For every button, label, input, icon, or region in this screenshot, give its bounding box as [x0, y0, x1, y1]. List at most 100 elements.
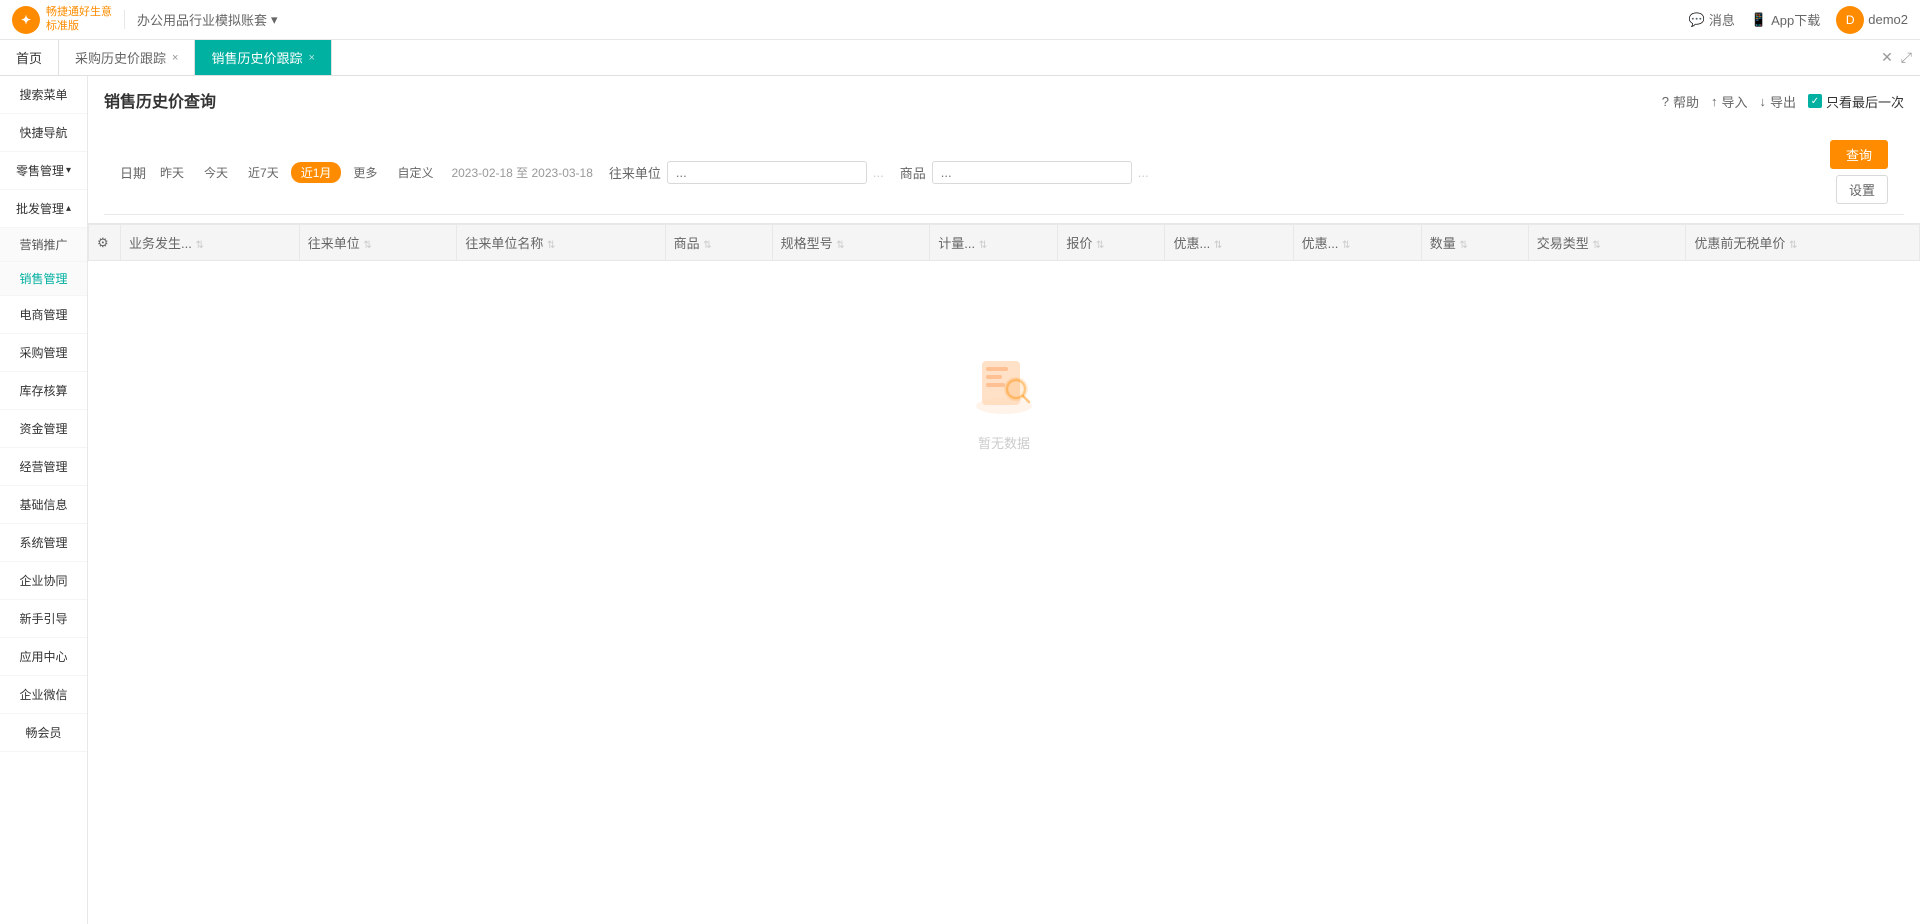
th-partner-code[interactable]: 往来单位 ⇅ [299, 225, 457, 261]
tab-bar-end: ✕ ⤢ [1881, 40, 1920, 75]
sidebar-app-center-label: 应用中心 [19, 648, 67, 665]
sort-icon-trade-type: ⇅ [1592, 240, 1600, 251]
content-area: 销售历史价查询 ? 帮助 ↑ 导入 ↓ 导出 ✓ [88, 76, 1920, 924]
th-spec[interactable]: 规格型号 ⇅ [772, 225, 930, 261]
th-biz-date[interactable]: 业务发生... ⇅ [121, 225, 300, 261]
sidebar-item-search-menu[interactable]: 搜索菜单 [0, 76, 87, 114]
sidebar-wholesale-mgmt-label: 批发管理 [16, 200, 64, 217]
tab-sales-history[interactable]: 销售历史价跟踪 × [195, 40, 331, 75]
help-button[interactable]: ? 帮助 [1662, 92, 1699, 111]
query-button[interactable]: 查询 [1830, 140, 1888, 169]
gear-icon[interactable]: ⚙ [97, 235, 109, 250]
th-discount1[interactable]: 优惠... ⇅ [1165, 225, 1293, 261]
sort-icon-product: ⇅ [703, 240, 711, 251]
tab-sales-history-close[interactable]: × [308, 52, 314, 64]
tab-purchase-history[interactable]: 采购历史价跟踪 × [59, 40, 195, 75]
user-menu[interactable]: D demo2 [1836, 6, 1908, 34]
product-input[interactable] [932, 161, 1132, 184]
th-unit[interactable]: 计量... ⇅ [930, 225, 1058, 261]
sidebar-item-sales-mgmt[interactable]: 销售管理 [0, 262, 87, 296]
partner-input-wrapper: ... [667, 161, 884, 184]
th-discount2[interactable]: 优惠... ⇅ [1293, 225, 1421, 261]
sidebar-guide-label: 新手引导 [19, 610, 67, 627]
settings-button[interactable]: 设置 [1836, 175, 1888, 204]
tab-bar: 首页 采购历史价跟踪 × 销售历史价跟踪 × ✕ ⤢ [0, 40, 1920, 76]
sidebar-item-member[interactable]: 畅会员 [0, 714, 87, 752]
page-title: 销售历史价查询 [104, 88, 216, 112]
tab-home-label: 首页 [16, 48, 42, 67]
tab-home[interactable]: 首页 [0, 40, 59, 75]
export-button[interactable]: ↓ 导出 [1759, 92, 1796, 111]
sidebar-item-inventory[interactable]: 库存核算 [0, 372, 87, 410]
import-button[interactable]: ↑ 导入 [1711, 92, 1748, 111]
chevron-up-icon: ▴ [66, 203, 71, 214]
th-settings: ⚙ [89, 225, 121, 261]
date-btn-custom[interactable]: 自定义 [389, 162, 441, 183]
sort-icon-spec: ⇅ [836, 240, 844, 251]
top-bar-right: 💬 消息 📱 App下载 D demo2 [1689, 6, 1908, 34]
sidebar-sales-mgmt-label: 销售管理 [19, 270, 67, 287]
product-input-dots: ... [1138, 165, 1149, 180]
empty-illustration [964, 341, 1044, 421]
sidebar-item-enterprise-wechat[interactable]: 企业微信 [0, 676, 87, 714]
sidebar-ecommerce-label: 电商管理 [19, 306, 67, 323]
th-trade-type[interactable]: 交易类型 ⇅ [1528, 225, 1686, 261]
tab-purchase-history-close[interactable]: × [172, 52, 178, 64]
th-quantity[interactable]: 数量 ⇅ [1421, 225, 1528, 261]
sidebar-inventory-label: 库存核算 [19, 382, 67, 399]
sidebar-item-finance[interactable]: 资金管理 [0, 410, 87, 448]
date-btn-more[interactable]: 更多 [345, 162, 385, 183]
sidebar-item-system[interactable]: 系统管理 [0, 524, 87, 562]
th-pretax-price[interactable]: 优惠前无税单价 ⇅ [1686, 225, 1920, 261]
date-btn-today[interactable]: 今天 [196, 162, 236, 183]
sidebar-purchase-label: 采购管理 [19, 344, 67, 361]
top-bar: ✦ 畅捷通好生意 标准版 办公用品行业模拟账套 ▾ 💬 消息 📱 App下载 D… [0, 0, 1920, 40]
logo-text: 畅捷通好生意 标准版 [46, 6, 112, 32]
tab-purchase-history-label: 采购历史价跟踪 [75, 48, 166, 67]
logo-icon: ✦ [12, 6, 40, 34]
data-table: ⚙ 业务发生... ⇅ 往来单位 ⇅ 往来单位名称 ⇅ [88, 224, 1920, 261]
date-buttons: 昨天 今天 近7天 近1月 更多 自定义 [152, 162, 441, 183]
sidebar-item-operation[interactable]: 经营管理 [0, 448, 87, 486]
empty-state: 暂无数据 [88, 261, 1920, 532]
sidebar-item-purchase[interactable]: 采购管理 [0, 334, 87, 372]
product-filter-group: 商品 ... [900, 161, 1149, 184]
sidebar-quick-nav-label: 快捷导航 [19, 124, 67, 141]
th-price[interactable]: 报价 ⇅ [1058, 225, 1165, 261]
sidebar-item-quick-nav[interactable]: 快捷导航 [0, 114, 87, 152]
date-btn-7days[interactable]: 近7天 [240, 162, 287, 183]
date-range-display: 2023-02-18 至 2023-03-18 [451, 164, 592, 181]
only-last-checkbox[interactable]: ✓ 只看最后一次 [1808, 92, 1904, 111]
empty-text: 暂无数据 [978, 433, 1030, 452]
sidebar-item-basic-info[interactable]: 基础信息 [0, 486, 87, 524]
app-selector-label: 办公用品行业模拟账套 [137, 10, 267, 29]
sidebar-item-retail-mgmt[interactable]: 零售管理 ▾ [0, 152, 87, 190]
partner-input[interactable] [667, 161, 867, 184]
chevron-down-icon: ▾ [66, 165, 71, 176]
date-btn-1month[interactable]: 近1月 [291, 162, 342, 183]
sidebar-item-enterprise[interactable]: 企业协同 [0, 562, 87, 600]
date-label: 日期 [120, 163, 146, 182]
sidebar-item-marketing[interactable]: 营销推广 [0, 228, 87, 262]
tab-sales-history-label: 销售历史价跟踪 [211, 48, 302, 67]
app-download-button[interactable]: 📱 App下载 [1751, 10, 1820, 29]
sidebar-item-wholesale-mgmt[interactable]: 批发管理 ▴ [0, 190, 87, 228]
th-product[interactable]: 商品 ⇅ [665, 225, 772, 261]
table-area: ⚙ 业务发生... ⇅ 往来单位 ⇅ 往来单位名称 ⇅ [88, 224, 1920, 924]
maximize-icon[interactable]: ⤢ [1901, 49, 1912, 66]
app-selector[interactable]: 办公用品行业模拟账套 ▾ [124, 10, 278, 29]
product-label: 商品 [900, 163, 926, 182]
sort-icon-discount2: ⇅ [1342, 240, 1350, 251]
sort-icon-unit: ⇅ [979, 240, 987, 251]
partner-input-dots: ... [873, 165, 884, 180]
th-partner-name[interactable]: 往来单位名称 ⇅ [457, 225, 665, 261]
sidebar-marketing-label: 营销推广 [19, 236, 67, 253]
page-toolbar: ? 帮助 ↑ 导入 ↓ 导出 ✓ 只看最后一次 [1662, 92, 1904, 111]
close-all-tabs-icon[interactable]: ✕ [1881, 49, 1893, 66]
message-button[interactable]: 💬 消息 [1689, 10, 1735, 29]
sidebar-item-ecommerce[interactable]: 电商管理 [0, 296, 87, 334]
export-icon: ↓ [1759, 94, 1766, 109]
date-btn-yesterday[interactable]: 昨天 [152, 162, 192, 183]
sidebar-item-app-center[interactable]: 应用中心 [0, 638, 87, 676]
sidebar-item-guide[interactable]: 新手引导 [0, 600, 87, 638]
